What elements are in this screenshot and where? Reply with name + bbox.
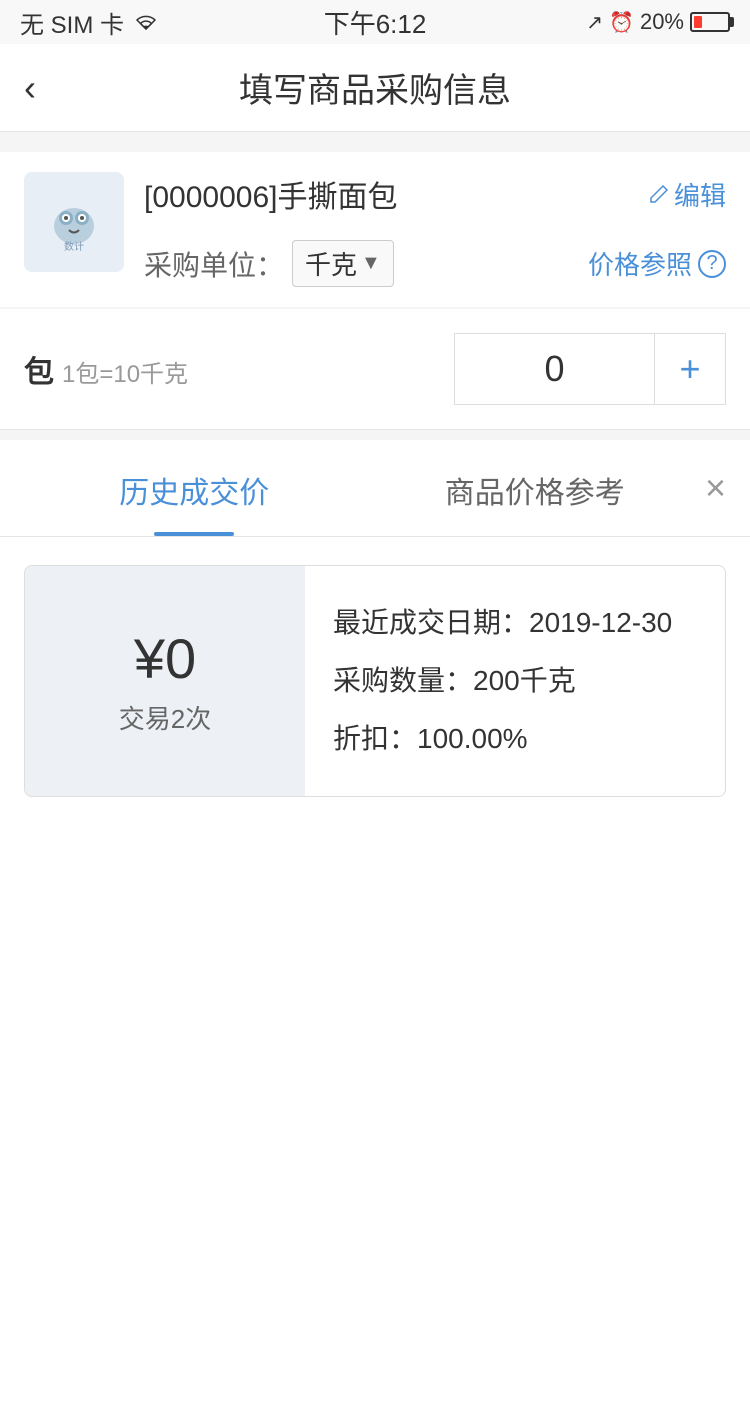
purchase-unit-label: 采购单位： (144, 244, 284, 284)
quantity-plus-button[interactable]: + (654, 333, 726, 405)
history-recent-date: 最近成交日期：2019-12-30 (333, 602, 697, 644)
quantity-label: 包 1包=10千克 (24, 347, 188, 391)
quantity-row: 包 1包=10千克 + (0, 309, 750, 430)
history-purchase-qty: 采购数量：200千克 (333, 660, 697, 702)
battery-percent: 20% (640, 9, 684, 35)
product-info: [0000006]手撕面包 编辑 采购单位： 千克 ▼ 价格 (144, 172, 726, 287)
history-price-left: ¥0 交易2次 (25, 566, 305, 796)
status-time: 下午6:12 (324, 4, 427, 41)
quantity-conversion: 1包=10千克 (62, 354, 188, 389)
tabs-bar: 历史成交价 商品价格参考 × (0, 440, 750, 537)
unit-selector[interactable]: 千克 ▼ (292, 240, 394, 287)
product-header: 数计 [0000006]手撕面包 编辑 采购单位： 千克 ▼ (24, 172, 726, 287)
history-card: ¥0 交易2次 最近成交日期：2019-12-30 采购数量：200千克 折扣：… (24, 565, 726, 797)
alarm-icon: ⏰ (609, 10, 634, 35)
history-trades-count: 交易2次 (119, 699, 211, 736)
nav-bar: ‹ 填写商品采购信息 (0, 44, 750, 132)
tab-price-reference[interactable]: 商品价格参考 (364, 440, 704, 536)
history-price-value: ¥0 (134, 626, 196, 691)
main-background (0, 825, 750, 1425)
unit-value: 千克 (305, 245, 357, 282)
status-right: ↗ ⏰ 20% (586, 9, 730, 35)
product-name: [0000006]手撕面包 (144, 172, 397, 216)
history-discount: 折扣：100.00% (333, 718, 697, 760)
wifi-icon (132, 11, 160, 33)
tab-close-button[interactable]: × (705, 447, 726, 529)
battery-icon (690, 12, 730, 32)
price-ref-button[interactable]: 价格参照 ? (588, 245, 726, 282)
status-bar: 无 SIM 卡 下午6:12 ↗ ⏰ 20% (0, 0, 750, 44)
edit-button[interactable]: 编辑 (648, 176, 726, 213)
tab-history-price[interactable]: 历史成交价 (24, 440, 364, 536)
product-card: 数计 [0000006]手撕面包 编辑 采购单位： 千克 ▼ (0, 152, 750, 307)
quantity-controls: + (454, 333, 726, 405)
svg-text:数计: 数计 (64, 240, 84, 252)
quantity-input[interactable] (454, 333, 654, 405)
location-icon: ↗ (586, 10, 603, 35)
purchase-unit-row: 采购单位： 千克 ▼ 价格参照 ? (144, 240, 726, 287)
page-title: 填写商品采购信息 (239, 63, 511, 112)
unit-dropdown-arrow: ▼ (361, 252, 381, 275)
quantity-unit: 包 (24, 347, 54, 391)
product-image: 数计 (24, 172, 124, 272)
product-title-row: [0000006]手撕面包 编辑 (144, 172, 726, 216)
tabs-section: 历史成交价 商品价格参考 × ¥0 交易2次 最近成交日期：2019-12-30… (0, 440, 750, 825)
help-icon: ? (698, 250, 726, 278)
edit-icon (648, 183, 670, 205)
product-logo-icon: 数计 (44, 192, 104, 252)
history-content: ¥0 交易2次 最近成交日期：2019-12-30 采购数量：200千克 折扣：… (0, 537, 750, 825)
back-button[interactable]: ‹ (24, 67, 36, 109)
status-carrier: 无 SIM 卡 (20, 5, 160, 40)
history-price-right: 最近成交日期：2019-12-30 采购数量：200千克 折扣：100.00% (305, 566, 725, 796)
